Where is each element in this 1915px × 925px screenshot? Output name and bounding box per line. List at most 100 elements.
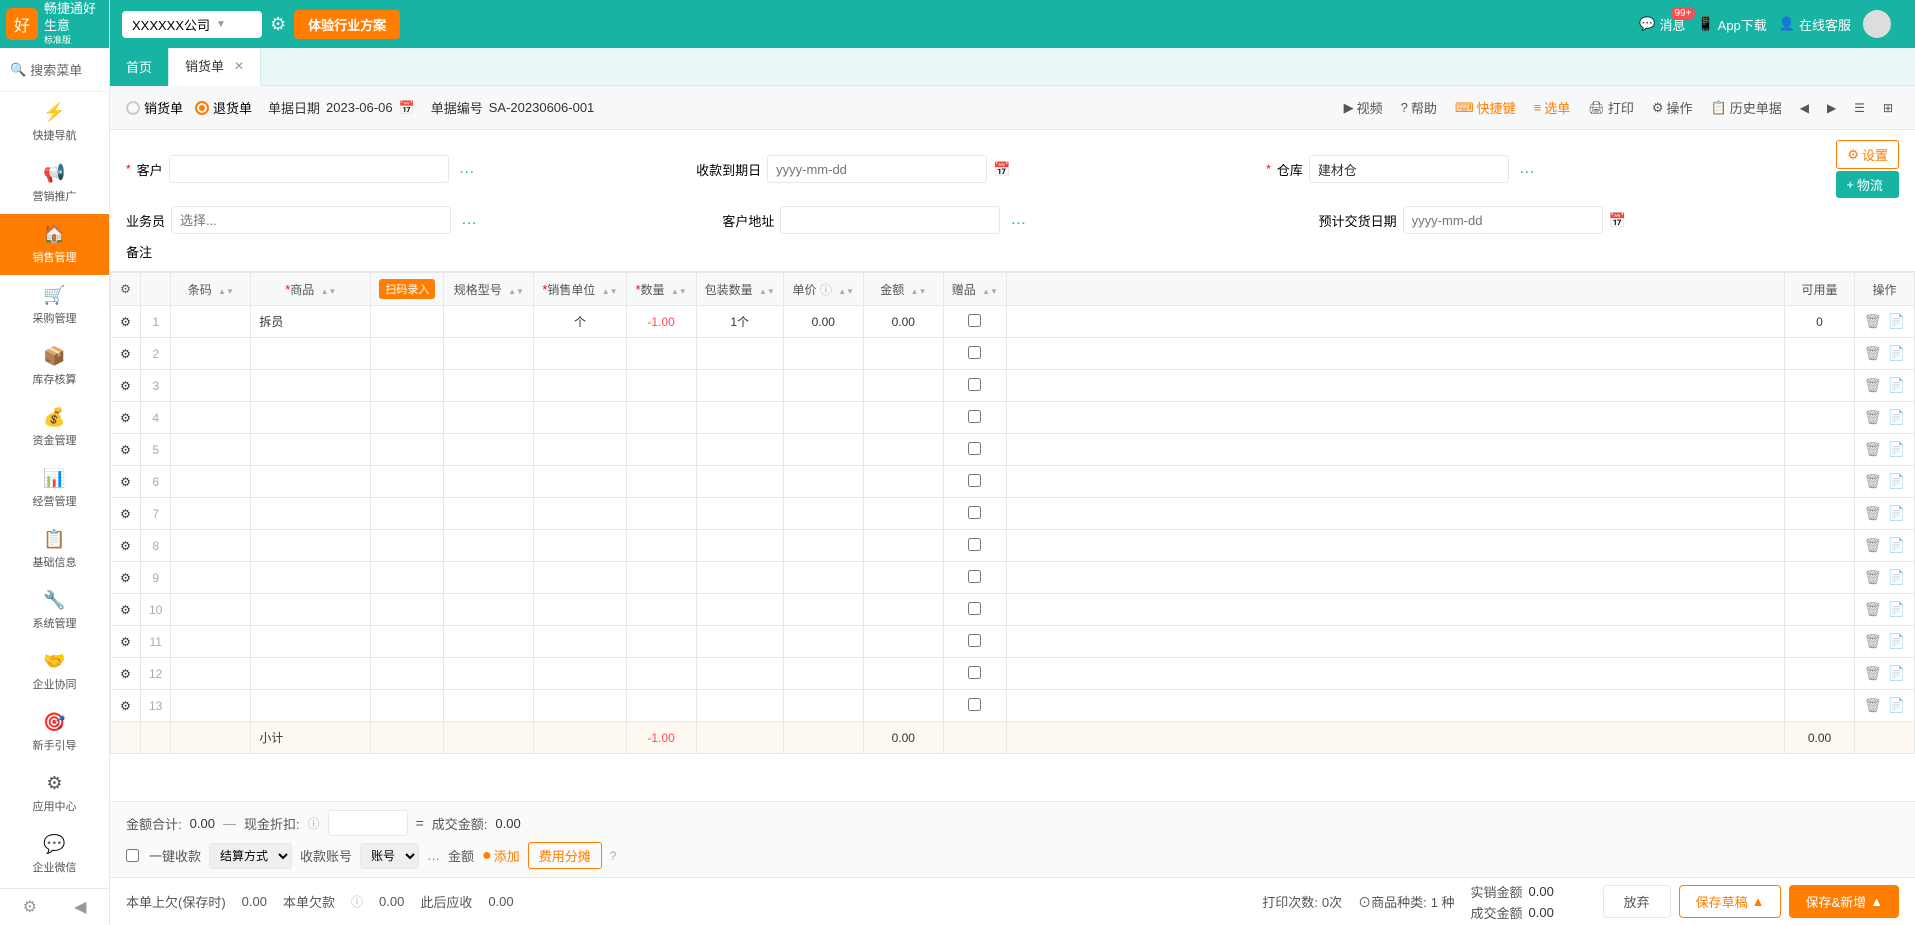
expense-info-icon[interactable]: ? [610,849,617,863]
copy-row-button[interactable]: 📄 [1888,313,1905,330]
row-product-13[interactable] [251,690,371,722]
copy-row-button[interactable]: 📄 [1888,345,1905,362]
row-amount-6[interactable] [863,466,943,498]
th-gift[interactable]: 赠品 ▲▼ [943,273,1006,306]
delete-row-button[interactable]: 🗑 [1864,633,1882,650]
warehouse-select-button[interactable]: … [1519,161,1535,177]
row-spec-6[interactable] [444,466,534,498]
row-settings-6[interactable]: ⚙ [111,466,141,498]
row-amount-10[interactable] [863,594,943,626]
row-unit-13[interactable] [534,690,626,722]
row-spec-7[interactable] [444,498,534,530]
cash-discount-info-icon[interactable]: ⓘ [308,815,320,832]
row-qty-13[interactable] [626,690,696,722]
row-unit-6[interactable] [534,466,626,498]
copy-row-button[interactable]: 📄 [1888,665,1905,682]
row-price-5[interactable] [783,434,863,466]
row-price-13[interactable] [783,690,863,722]
row-gift-6[interactable] [943,466,1006,498]
row-price-8[interactable] [783,530,863,562]
row-unit-3[interactable] [534,370,626,402]
delete-row-button[interactable]: 🗑 [1864,409,1882,426]
list-view-button[interactable]: ☰ [1848,99,1871,117]
row-pkg-9[interactable] [696,562,783,594]
row-amount-4[interactable] [863,402,943,434]
row-qty-4[interactable] [626,402,696,434]
sidebar-item-app-center[interactable]: ⚙ 应用中心 [0,763,109,824]
row-unit-12[interactable] [534,658,626,690]
row-amount-1[interactable]: 0.00 [863,306,943,338]
row-spec-12[interactable] [444,658,534,690]
row-amount-3[interactable] [863,370,943,402]
delete-row-button[interactable]: 🗑 [1864,441,1882,458]
discard-button[interactable]: 放弃 [1603,885,1671,918]
radio-sales-order[interactable]: 销货单 [126,98,183,117]
row-spec-1[interactable] [444,306,534,338]
salesperson-input[interactable] [171,206,451,234]
row-product-8[interactable] [251,530,371,562]
th-product[interactable]: *商品 ▲▼ [251,273,371,306]
sidebar-item-quick-nav[interactable]: ⚡ 快捷导航 [0,92,109,153]
th-price[interactable]: 单价 ⓘ ▲▼ [783,273,863,306]
company-selector[interactable]: XXXXXX公司 ▼ [122,11,262,38]
row-barcode-1[interactable] [171,306,251,338]
delivery-date-input[interactable] [1403,206,1603,234]
row-qty-3[interactable] [626,370,696,402]
row-amount-7[interactable] [863,498,943,530]
row-amount-9[interactable] [863,562,943,594]
row-gift-12[interactable] [943,658,1006,690]
copy-row-button[interactable]: 📄 [1888,601,1905,618]
row-pkg-13[interactable] [696,690,783,722]
account-select[interactable]: 账号 [360,843,419,869]
row-product-6[interactable] [251,466,371,498]
user-avatar[interactable] [1863,10,1891,38]
row-barcode-5[interactable] [171,434,251,466]
row-settings-3[interactable]: ⚙ [111,370,141,402]
operation-button[interactable]: ⚙ 操作 [1646,96,1699,119]
sidebar-item-weixin[interactable]: 💬 企业微信 [0,824,109,885]
row-settings-8[interactable]: ⚙ [111,530,141,562]
th-amount[interactable]: 金额 ▲▼ [863,273,943,306]
row-price-2[interactable] [783,338,863,370]
sidebar-item-marketing[interactable]: 📢 营销推广 [0,153,109,214]
logistics-button[interactable]: + 物流 [1836,171,1899,198]
row-qty-10[interactable] [626,594,696,626]
th-qty[interactable]: *数量 ▲▼ [626,273,696,306]
row-pkg-8[interactable] [696,530,783,562]
save-draft-button[interactable]: 保存草稿 ▲ [1679,885,1782,918]
row-product-4[interactable] [251,402,371,434]
print-button[interactable]: 🖨 打印 [1582,96,1640,119]
th-unit[interactable]: *销售单位 ▲▼ [534,273,626,306]
app-download-button[interactable]: 📱 App下载 [1697,15,1766,34]
row-qty-2[interactable] [626,338,696,370]
sidebar-item-system[interactable]: 🔧 系统管理 [0,580,109,641]
row-settings-2[interactable]: ⚙ [111,338,141,370]
row-qty-12[interactable] [626,658,696,690]
sidebar-settings-button[interactable]: ⚙ [23,897,37,917]
row-unit-9[interactable] [534,562,626,594]
trial-button[interactable]: 体验行业方案 [294,10,400,39]
copy-row-button[interactable]: 📄 [1888,409,1905,426]
one-click-payment-checkbox[interactable] [126,849,139,862]
grid-view-button[interactable]: ⊞ [1877,99,1899,117]
tab-home[interactable]: 首页 [110,48,169,86]
th-settings[interactable]: ⚙ [111,273,141,306]
tab-close-button[interactable]: ✕ [234,59,244,73]
settings-button[interactable]: ⚙ 设置 [1836,140,1899,169]
prev-button[interactable]: ◀ [1794,99,1815,117]
row-spec-5[interactable] [444,434,534,466]
expense-split-button[interactable]: 费用分摊 [528,842,602,869]
payment-method-select[interactable]: 结算方式 [209,843,292,869]
delete-row-button[interactable]: 🗑 [1864,697,1882,714]
due-date-input[interactable] [767,155,987,183]
row-pkg-7[interactable] [696,498,783,530]
row-pkg-2[interactable] [696,338,783,370]
row-amount-5[interactable] [863,434,943,466]
row-gift-11[interactable] [943,626,1006,658]
delete-row-button[interactable]: 🗑 [1864,505,1882,522]
sidebar-item-enterprise[interactable]: 🤝 企业协同 [0,641,109,702]
delete-row-button[interactable]: 🗑 [1864,313,1882,330]
row-pkg-11[interactable] [696,626,783,658]
history-button[interactable]: 📋 历史单据 [1705,96,1788,119]
topbar-gear-icon[interactable]: ⚙ [270,14,286,35]
